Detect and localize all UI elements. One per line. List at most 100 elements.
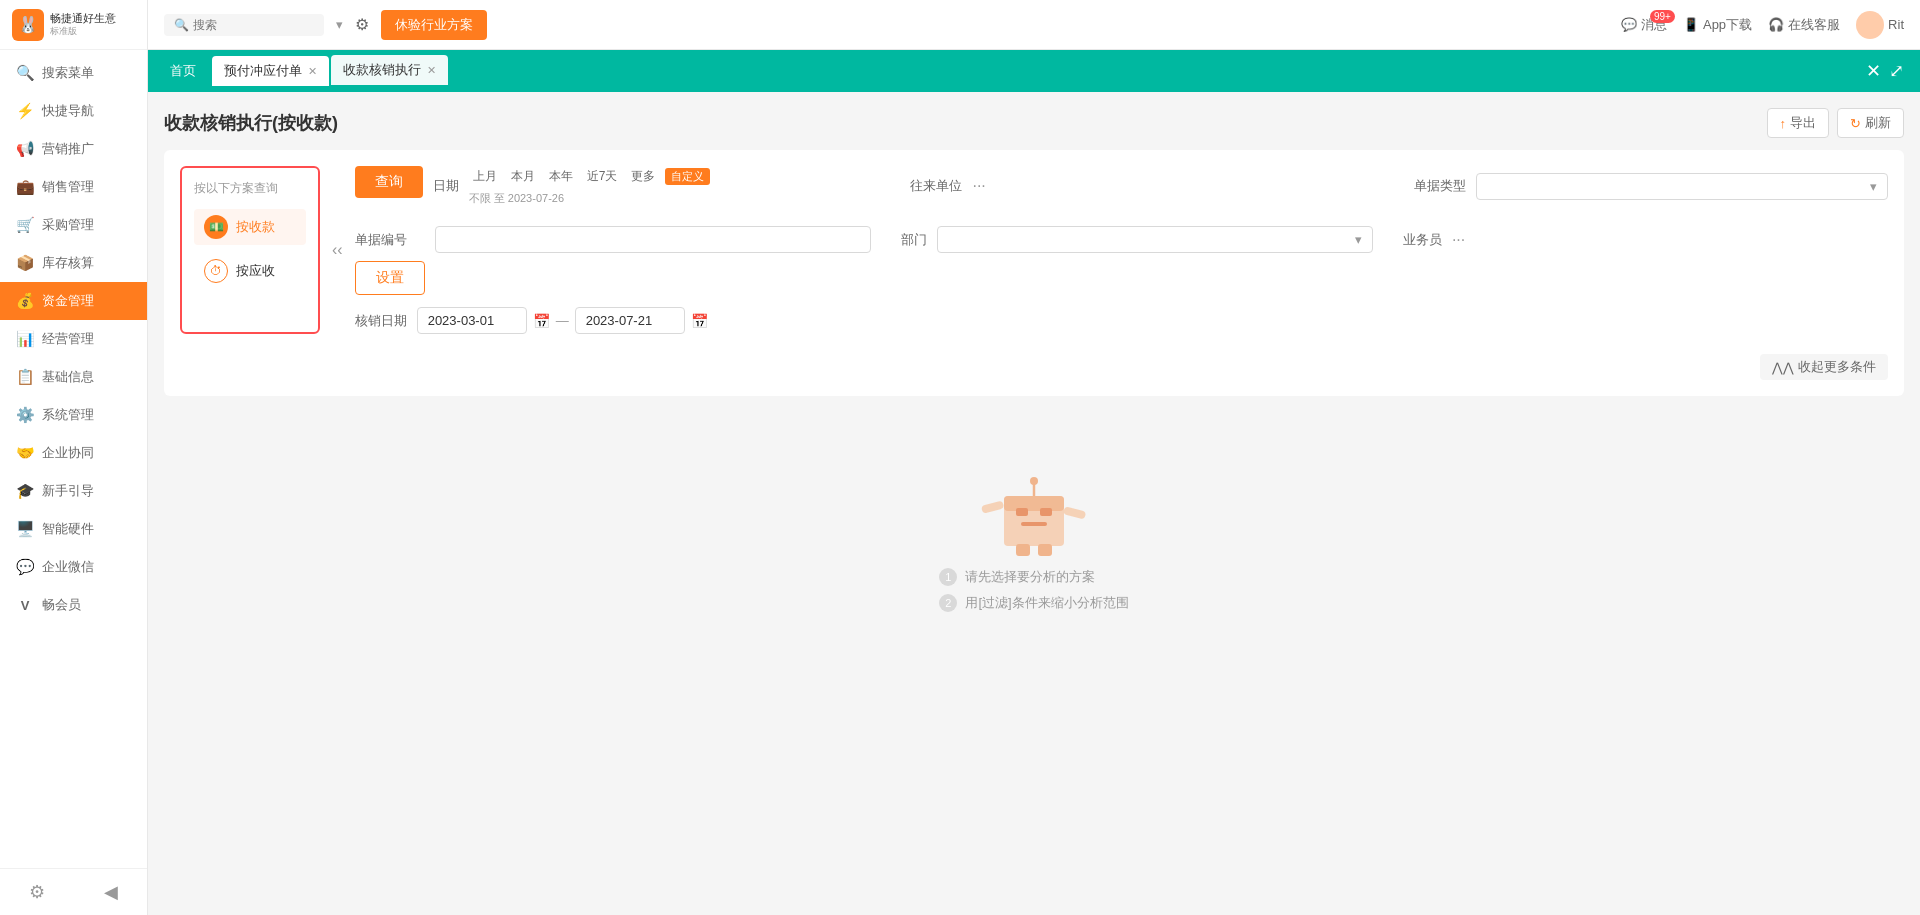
sidebar-item-basic[interactable]: 📋 基础信息 — [0, 358, 147, 396]
app-download-btn[interactable]: 📱 App下载 — [1683, 16, 1752, 34]
sidebar-item-wechat[interactable]: 💬 企业微信 — [0, 548, 147, 586]
empty-illustration — [974, 456, 1094, 556]
tab-receipt-verify-label: 收款核销执行 — [343, 61, 421, 79]
setting-button[interactable]: 设置 — [355, 261, 425, 295]
dept-select[interactable]: ▾ — [937, 226, 1373, 253]
sidebar-label-search: 搜索菜单 — [42, 64, 94, 82]
topbar-right: 💬 消息 99+ 📱 App下载 🎧 在线客服 Rit — [1621, 11, 1904, 39]
tip-text-2: 用[过滤]条件来缩小分析范围 — [965, 594, 1128, 612]
export-button[interactable]: ↑ 导出 — [1767, 108, 1830, 138]
filter-type-title: 按以下方案查询 — [194, 180, 306, 197]
export-icon: ↑ — [1780, 116, 1787, 131]
sidebar-item-marketing[interactable]: 📢 营销推广 — [0, 130, 147, 168]
refresh-button[interactable]: ↻ 刷新 — [1837, 108, 1904, 138]
sidebar-label-basic: 基础信息 — [42, 368, 94, 386]
filter-row-3: 核销日期 📅 — 📅 — [355, 307, 1888, 334]
svg-rect-1 — [1004, 496, 1064, 511]
sidebar-label-vip: 畅会员 — [42, 596, 81, 614]
tab-prepayment[interactable]: 预付冲应付单 ✕ — [212, 56, 329, 86]
collapse-bar: ⋀⋀ 收起更多条件 — [180, 354, 1888, 380]
collapse-arrow[interactable]: ‹‹ — [332, 166, 343, 334]
date-btn-more[interactable]: 更多 — [627, 166, 659, 187]
sidebar-bottom: ⚙ ◀︎ — [0, 868, 147, 915]
collapse-more-btn[interactable]: ⋀⋀ 收起更多条件 — [1760, 354, 1888, 380]
filter-type-selector: 按以下方案查询 💵 按收款 ⏱ 按应收 — [180, 166, 320, 334]
sidebar-label-finance: 资金管理 — [42, 292, 94, 310]
sidebar-item-guide[interactable]: 🎓 新手引导 — [0, 472, 147, 510]
sidebar-item-search[interactable]: 🔍 搜索菜单 — [0, 54, 147, 92]
date-btn-this-month[interactable]: 本月 — [507, 166, 539, 187]
collapse-up-icon: ⋀⋀ — [1772, 360, 1794, 375]
solution-button[interactable]: 休验行业方案 — [381, 10, 487, 40]
receipt-option-label: 按收款 — [236, 218, 275, 236]
sidebar-label-system: 系统管理 — [42, 406, 94, 424]
sidebar-item-purchase[interactable]: 🛒 采购管理 — [0, 206, 147, 244]
date-col: 上月 本月 本年 近7天 更多 自定义 不限 至 2023-07-26 — [469, 166, 881, 206]
sidebar-item-collab[interactable]: 🤝 企业协同 — [0, 434, 147, 472]
query-button[interactable]: 查询 — [355, 166, 423, 198]
doc-type-select[interactable]: ▾ — [1476, 173, 1888, 200]
message-btn[interactable]: 💬 消息 99+ — [1621, 16, 1667, 34]
vip-icon: V — [16, 596, 34, 614]
topbar-gear-icon[interactable]: ⚙ — [355, 15, 369, 34]
tab-home-label: 首页 — [170, 62, 196, 80]
svg-rect-3 — [1040, 508, 1052, 516]
app-edition: 标准版 — [50, 25, 116, 38]
sidebar-label-inventory: 库存核算 — [42, 254, 94, 272]
verify-date-start-cal[interactable]: 📅 — [533, 313, 550, 329]
date-btn-this-year[interactable]: 本年 — [545, 166, 577, 187]
tab-home[interactable]: 首页 — [156, 56, 210, 86]
tab-receipt-verify[interactable]: 收款核销执行 ✕ — [331, 55, 448, 87]
tip-num-2: 2 — [939, 594, 957, 612]
sidebar-item-sales[interactable]: 💼 销售管理 — [0, 168, 147, 206]
settings-bottom-icon[interactable]: ⚙ — [21, 877, 53, 907]
date-sub-text: 不限 至 2023-07-26 — [469, 191, 564, 206]
verify-date-end-cal[interactable]: 📅 — [691, 313, 708, 329]
sidebar-item-vip[interactable]: V 畅会员 — [0, 586, 147, 624]
svg-point-10 — [1030, 477, 1038, 485]
svg-rect-8 — [1038, 544, 1052, 556]
user-avatar-btn[interactable]: Rit — [1856, 11, 1904, 39]
date-btn-7days[interactable]: 近7天 — [583, 166, 622, 187]
collapse-sidebar-icon[interactable]: ◀︎ — [96, 877, 126, 907]
date-btn-last-month[interactable]: 上月 — [469, 166, 501, 187]
topbar-dropdown-arrow[interactable]: ▾ — [336, 17, 343, 32]
management-icon: 📊 — [16, 330, 34, 348]
topbar-search-input[interactable] — [193, 18, 303, 32]
sidebar-item-system[interactable]: ⚙️ 系统管理 — [0, 396, 147, 434]
verify-date-start-input[interactable] — [417, 307, 527, 334]
filter-main: 按以下方案查询 💵 按收款 ⏱ 按应收 ‹‹ — [180, 166, 1888, 334]
page-actions: ↑ 导出 ↻ 刷新 — [1767, 108, 1905, 138]
dept-label: 部门 — [901, 231, 927, 249]
tabs-actions: ✕ ⤢ — [1866, 60, 1912, 82]
close-all-tabs-icon[interactable]: ✕ — [1866, 60, 1881, 82]
sidebar-label-wechat: 企业微信 — [42, 558, 94, 576]
doc-no-input[interactable] — [435, 226, 871, 253]
sidebar-item-shortcuts[interactable]: ⚡ 快捷导航 — [0, 92, 147, 130]
wechat-icon: 💬 — [16, 558, 34, 576]
filter-by-receipt[interactable]: 💵 按收款 — [194, 209, 306, 245]
sidebar-item-inventory[interactable]: 📦 库存核算 — [0, 244, 147, 282]
filter-wrapper: 按以下方案查询 💵 按收款 ⏱ 按应收 ‹‹ — [164, 150, 1904, 396]
sidebar-label-purchase: 采购管理 — [42, 216, 94, 234]
sidebar: 🐰 畅捷通好生意 标准版 🔍 搜索菜单 ⚡ 快捷导航 📢 营销推广 💼 销售管理… — [0, 0, 148, 915]
online-service-btn[interactable]: 🎧 在线客服 — [1768, 16, 1840, 34]
app-logo: 🐰 畅捷通好生意 标准版 — [0, 0, 147, 50]
collapse-arrow-icon[interactable]: ‹‹ — [332, 241, 343, 259]
empty-state: 1 请先选择要分析的方案 2 用[过滤]条件来缩小分析范围 — [164, 396, 1904, 672]
expand-icon[interactable]: ⤢ — [1889, 60, 1904, 82]
empty-tips: 1 请先选择要分析的方案 2 用[过滤]条件来缩小分析范围 — [939, 568, 1128, 612]
tab-prepayment-close[interactable]: ✕ — [308, 65, 317, 78]
sidebar-item-management[interactable]: 📊 经营管理 — [0, 320, 147, 358]
filter-by-receivable[interactable]: ⏱ 按应收 — [194, 253, 306, 289]
verify-date-end-input[interactable] — [575, 307, 685, 334]
sidebar-item-hardware[interactable]: 🖥️ 智能硬件 — [0, 510, 147, 548]
date-custom-badge[interactable]: 自定义 — [665, 168, 710, 185]
sidebar-item-finance[interactable]: 💰 资金管理 — [0, 282, 147, 320]
date-label: 日期 — [433, 177, 459, 195]
message-badge: 99+ — [1650, 10, 1675, 23]
topbar-search-box[interactable]: 🔍 — [164, 14, 324, 36]
app-download-label: App下载 — [1703, 16, 1752, 34]
collab-icon: 🤝 — [16, 444, 34, 462]
tab-receipt-verify-close[interactable]: ✕ — [427, 64, 436, 77]
